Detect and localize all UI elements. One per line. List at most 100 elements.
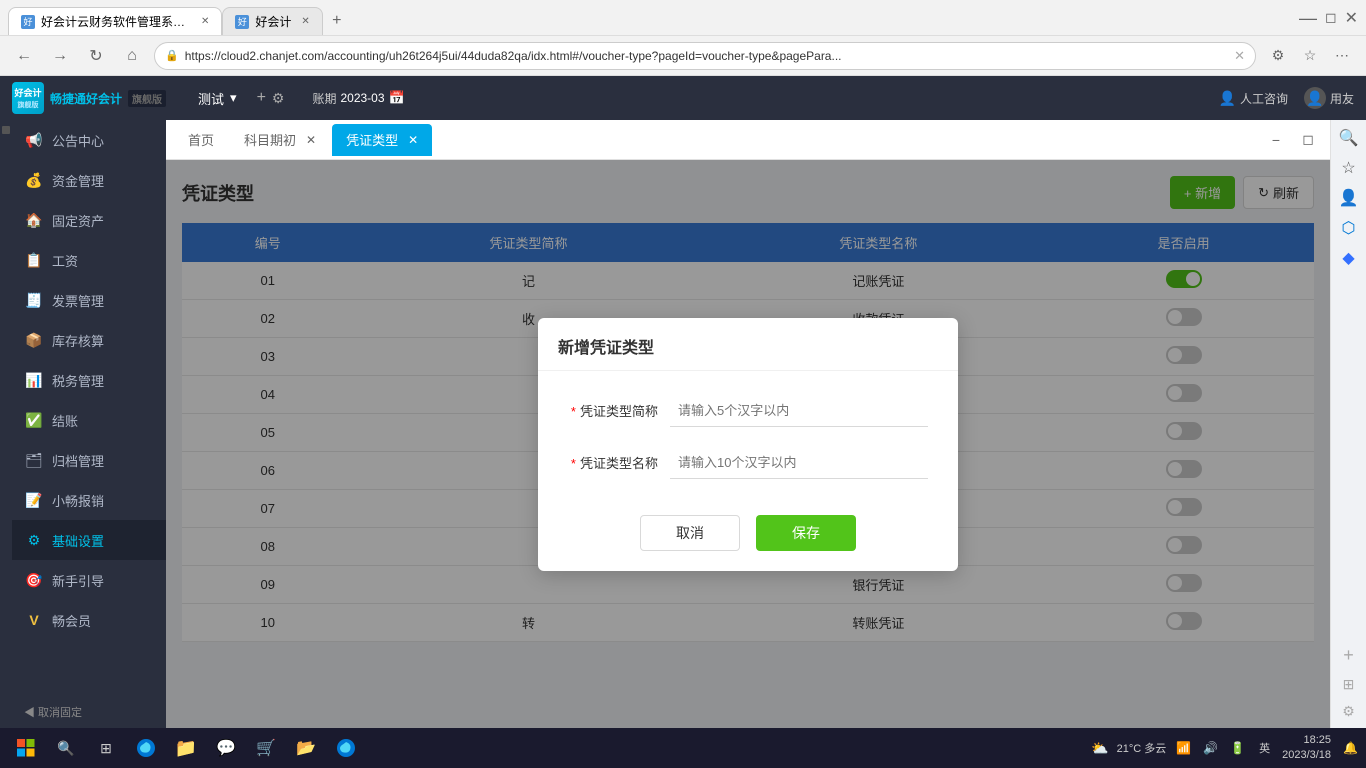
minimize-button[interactable]: — xyxy=(1299,9,1317,27)
address-bar[interactable]: 🔒 https://cloud2.chanjet.com/accounting/… xyxy=(154,42,1256,70)
dialog-save-button[interactable]: 保存 xyxy=(756,515,856,551)
sidebar-item-invoice[interactable]: 🧾 发票管理 xyxy=(12,280,166,320)
period-label: 账期 xyxy=(312,90,336,107)
sidebar-label-inventory: 库存核算 xyxy=(52,331,104,350)
taskbar-browser-btn[interactable] xyxy=(128,730,164,766)
taskbar-view-btn[interactable]: ⊞ xyxy=(88,730,124,766)
app-frame: 好会计 旗舰版 畅捷通好会计 旗舰版 测试 ▾ + ⚙ 账期 2023-03 📅 xyxy=(0,76,1366,728)
url-text: https://cloud2.chanjet.com/accounting/uh… xyxy=(185,49,1228,63)
sidebar-item-fixed-asset[interactable]: 🏠 固定资产 xyxy=(12,200,166,240)
tab-subject-label: 科目期初 xyxy=(244,130,296,149)
sidebar-item-tax[interactable]: 📊 税务管理 xyxy=(12,360,166,400)
taskbar-start-button[interactable] xyxy=(8,730,44,766)
consult-label: 人工咨询 xyxy=(1240,90,1288,107)
sidebar-item-member[interactable]: V 畅会员 xyxy=(12,600,166,640)
user-label: 用友 xyxy=(1330,90,1354,107)
sidebar-item-basic[interactable]: ⚙ 基础设置 xyxy=(12,520,166,560)
sidebar-item-archive[interactable]: 🗂 归档管理 xyxy=(12,440,166,480)
dialog-cancel-button[interactable]: 取消 xyxy=(640,515,740,551)
sidebar-footer-toggle[interactable]: ◀ 取消固定 xyxy=(12,696,166,728)
right-panel-search-btn[interactable]: 🔍 xyxy=(1339,128,1359,148)
page-content: 凭证类型 + 新增 ↻ 刷新 编号 xyxy=(166,160,1330,728)
dialog-body: *凭证类型简称 *凭证类型名称 xyxy=(538,371,958,503)
right-panel-feishu-btn[interactable]: ◆ xyxy=(1342,248,1354,268)
sidebar: 📢 公告中心 💰 资金管理 🏠 固定资产 📋 工资 xyxy=(12,120,166,728)
tab-bar-right: − ◻ xyxy=(1262,126,1322,154)
tab-home[interactable]: 首页 xyxy=(174,124,228,156)
sidebar-item-inventory[interactable]: 📦 库存核算 xyxy=(12,320,166,360)
right-panel-star-btn[interactable]: ☆ xyxy=(1341,158,1355,178)
taskbar-time-section: 18:25 2023/3/18 xyxy=(1282,733,1331,764)
org-selector[interactable]: 测试 ▾ xyxy=(198,89,237,108)
close-button[interactable]: ✕ xyxy=(1345,8,1358,28)
tab-minimize-btn[interactable]: − xyxy=(1262,126,1290,154)
sidebar-item-settle[interactable]: ✅ 结账 xyxy=(12,400,166,440)
settings-icon[interactable]: ⚙ xyxy=(272,90,285,107)
period-calendar-icon[interactable]: 📅 xyxy=(389,90,405,106)
sidebar-item-payroll[interactable]: 📋 工资 xyxy=(12,240,166,280)
taskbar-wechat-btn[interactable]: 💬 xyxy=(208,730,244,766)
form-full-name-input[interactable] xyxy=(670,447,928,479)
sidebar-item-report[interactable]: 📝 小畅报销 xyxy=(12,480,166,520)
right-panel-grid-btn[interactable]: ⊞ xyxy=(1343,676,1355,693)
sidebar-label-fund: 资金管理 xyxy=(52,171,104,190)
refresh-button[interactable]: ↻ xyxy=(82,42,110,70)
edge-icon-2 xyxy=(336,738,356,758)
right-panel-add-btn[interactable]: + xyxy=(1343,645,1354,666)
browser-tab-1[interactable]: 好 好会计云财务软件管理系统_会计 ✕ xyxy=(8,7,222,35)
consult-button[interactable]: 👤 人工咨询 xyxy=(1219,90,1288,107)
taskbar-right: ⛅ 21°C 多云 📶 🔊 🔋 英 18:25 2023/3/18 🔔 xyxy=(1091,733,1358,764)
right-panel-settings-btn[interactable]: ⚙ xyxy=(1342,703,1355,720)
basic-icon: ⚙ xyxy=(24,530,44,550)
more-btn[interactable]: ⋯ xyxy=(1328,42,1356,70)
logo-edition: 旗舰版 xyxy=(128,90,166,107)
taskbar: 🔍 ⊞ 📁 💬 🛒 📂 ⛅ 21°C 多云 📶 🔊 🔋 英 1 xyxy=(0,728,1366,768)
period-value: 2023-03 xyxy=(340,91,384,105)
tab-voucher-close[interactable]: ✕ xyxy=(408,133,418,147)
sidebar-label-guide: 新手引导 xyxy=(52,571,104,590)
consult-icon: 👤 xyxy=(1219,90,1236,107)
user-button[interactable]: 👤 用友 xyxy=(1304,87,1354,109)
app-header: 好会计 旗舰版 畅捷通好会计 旗舰版 测试 ▾ + ⚙ 账期 2023-03 📅 xyxy=(0,76,1366,120)
sound-icon: 🔊 xyxy=(1203,741,1218,755)
tab-restore-btn[interactable]: ◻ xyxy=(1294,126,1322,154)
sidebar-label-invoice: 发票管理 xyxy=(52,291,104,310)
right-panel-user-btn[interactable]: 👤 xyxy=(1339,188,1359,208)
new-tab-button[interactable]: + xyxy=(323,7,351,35)
period-section: 账期 2023-03 📅 xyxy=(312,90,404,107)
extensions-btn[interactable]: ⚙ xyxy=(1264,42,1292,70)
form-short-name-input[interactable] xyxy=(670,395,928,427)
add-org-icon[interactable]: + xyxy=(257,89,266,107)
forward-button[interactable]: → xyxy=(46,42,74,70)
required-mark-1: * xyxy=(571,404,576,419)
taskbar-edge-btn2[interactable] xyxy=(328,730,364,766)
back-button[interactable]: ← xyxy=(10,42,38,70)
sidebar-item-announcement[interactable]: 📢 公告中心 xyxy=(12,120,166,160)
tab2-close[interactable]: ✕ xyxy=(301,16,309,27)
main-layout: 📢 公告中心 💰 资金管理 🏠 固定资产 📋 工资 xyxy=(0,120,1366,728)
taskbar-search-btn[interactable]: 🔍 xyxy=(48,730,84,766)
tab-home-label: 首页 xyxy=(188,130,214,149)
tab1-close[interactable]: ✕ xyxy=(201,16,209,27)
home-button[interactable]: ⌂ xyxy=(118,42,146,70)
sidebar-label-report: 小畅报销 xyxy=(52,491,104,510)
inventory-icon: 📦 xyxy=(24,330,44,350)
browser-tab-2[interactable]: 好 好会计 ✕ xyxy=(222,7,322,35)
win-controls: — ◻ ✕ xyxy=(1299,8,1358,28)
taskbar-store-btn[interactable]: 🛒 xyxy=(248,730,284,766)
bookmark-btn[interactable]: ☆ xyxy=(1296,42,1324,70)
weather-text: 21°C 多云 xyxy=(1117,740,1167,756)
tab-subject-close[interactable]: ✕ xyxy=(306,133,316,147)
taskbar-explorer-btn[interactable]: 📁 xyxy=(168,730,204,766)
right-panel-outlook-btn[interactable]: ⬡ xyxy=(1342,218,1356,238)
tab2-favicon: 好 xyxy=(235,15,249,29)
maximize-button[interactable]: ◻ xyxy=(1325,9,1337,26)
tab-voucher-type[interactable]: 凭证类型 ✕ xyxy=(332,124,432,156)
taskbar-folder-btn[interactable]: 📂 xyxy=(288,730,324,766)
sidebar-item-guide[interactable]: 🎯 新手引导 xyxy=(12,560,166,600)
browser-tabs: 好 好会计云财务软件管理系统_会计 ✕ 好 好会计 ✕ + xyxy=(8,0,1299,35)
tab-subject-period[interactable]: 科目期初 ✕ xyxy=(230,124,330,156)
sidebar-item-fund[interactable]: 💰 资金管理 xyxy=(12,160,166,200)
form-short-name-label: *凭证类型简称 xyxy=(568,401,658,420)
sidebar-label-payroll: 工资 xyxy=(52,251,78,270)
